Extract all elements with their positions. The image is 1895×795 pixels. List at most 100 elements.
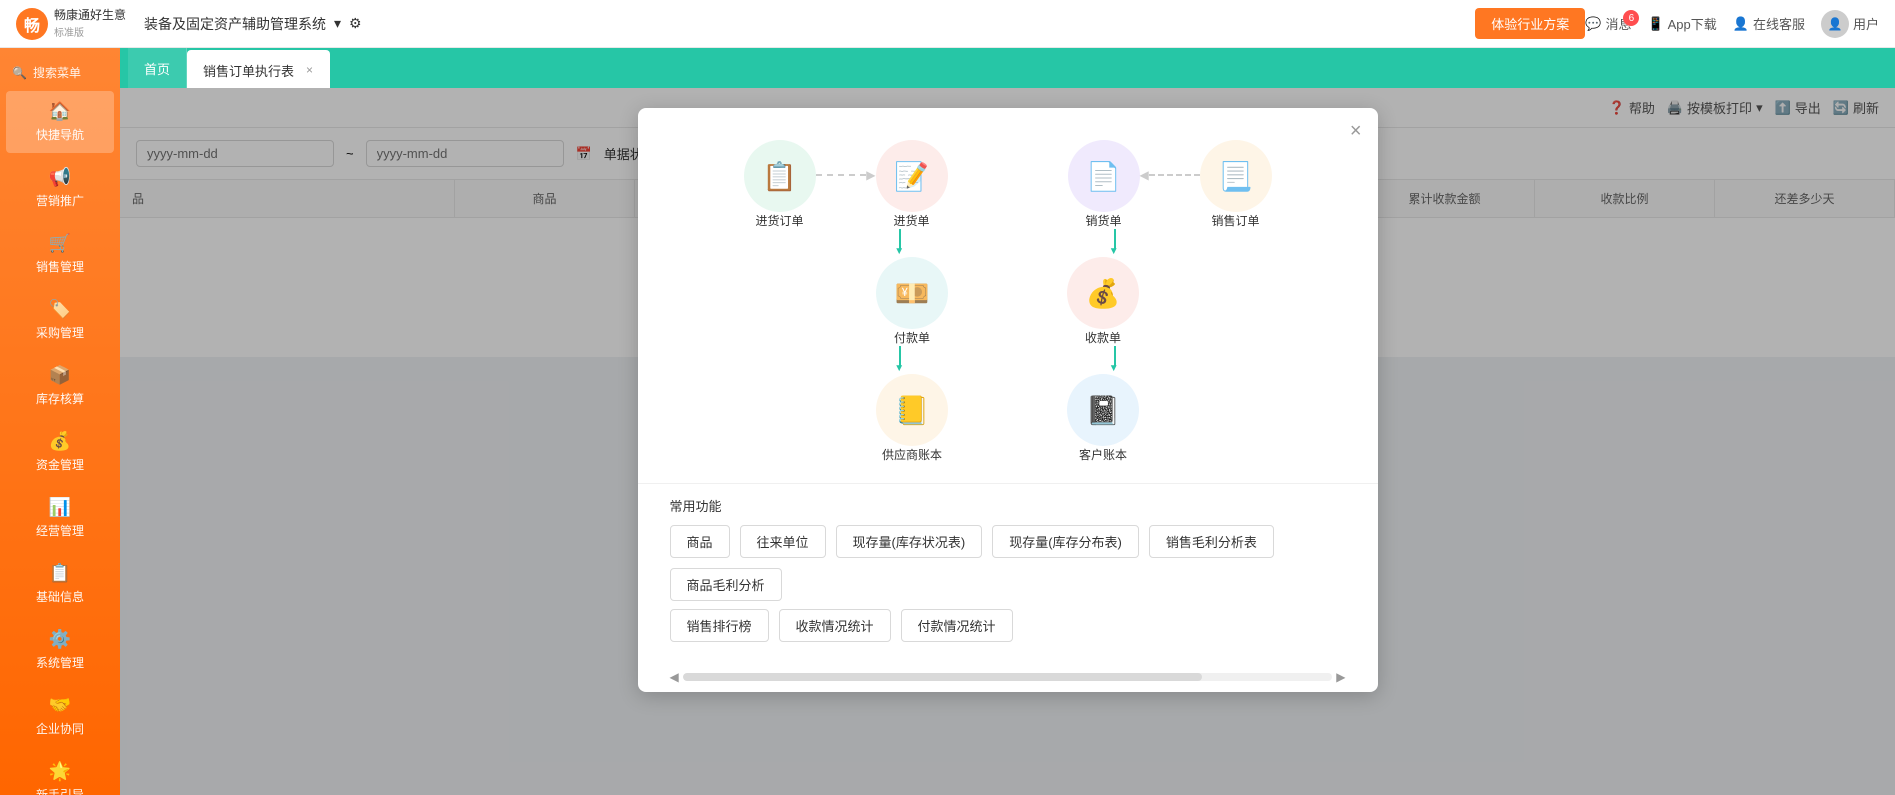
online-service-button[interactable]: 👤 在线客服 [1733,14,1805,33]
scroll-track[interactable] [683,673,1333,681]
sidebar-item-marketing[interactable]: 📢 营销推广 [6,157,114,219]
tab-sales-exec[interactable]: 销售订单执行表 × [187,50,330,90]
flow-col-purchase-order: 📋 进货订单 [744,140,816,229]
sidebar-item-label: 库存核算 [36,390,84,407]
tab-sales-exec-label: 销售订单执行表 [203,61,294,80]
sidebar-item-operation[interactable]: 📊 经营管理 [6,487,114,549]
flow-node-receipt-bill[interactable]: 💰 [1067,257,1139,329]
message-button[interactable]: 💬 6 消息 [1585,14,1631,33]
tab-close-icon[interactable]: × [306,63,313,77]
service-icon: 👤 [1733,16,1749,32]
sidebar-item-finance[interactable]: 💰 资金管理 [6,421,114,483]
online-service-label: 在线客服 [1753,14,1805,33]
search-icon: 🔍 [12,66,27,80]
func-row-2: 销售排行榜 收款情况统计 付款情况统计 [670,609,1346,642]
sidebar-item-label: 新手引导 [36,786,84,795]
logo-icon: 畅 [16,8,48,40]
payment-bill-icon: 💴 [895,277,930,310]
purchase-bill-icon: 📝 [894,160,929,193]
page-content: ❓ 帮助 🖨️ 按模板打印 ▾ ⬆️ 导出 🔄 刷新 [120,88,1895,795]
app-download-button[interactable]: 📱 App下载 [1647,14,1716,33]
collab-icon: 🤝 [49,695,71,716]
func-btn-product[interactable]: 商品 [670,525,730,558]
sidebar-item-label: 营销推广 [36,192,84,209]
content-area: 首页 销售订单执行表 × ❓ 帮助 🖨️ 按模板打印 ▾ [120,48,1895,795]
avatar: 👤 [1821,10,1849,38]
sales-bill-label: 销货单 [1085,212,1121,229]
system-name-label: 装备及固定资产辅助管理系统 [144,14,326,34]
flow-node-sales-bill[interactable]: 📄 [1068,140,1140,212]
home-icon: 🏠 [49,101,71,122]
func-row-1: 商品 往来单位 现存量(库存状况表) 现存量(库存分布表) 销售毛利分析表 商品… [670,525,1346,601]
sales-icon: 🛒 [49,233,71,254]
func-btn-product-profit[interactable]: 商品毛利分析 [670,568,782,601]
flow-node-sales-order[interactable]: 📃 [1200,140,1272,212]
customer-ledger-label: 客户账本 [1079,446,1127,463]
func-btn-payment-stats[interactable]: 付款情况统计 [901,609,1013,642]
sidebar-item-quick-nav[interactable]: 🏠 快捷导航 [6,91,114,153]
modal-close-button[interactable]: × [1350,120,1362,143]
func-btn-receipt-stats[interactable]: 收款情况统计 [779,609,891,642]
sales-bill-icon: 📄 [1086,160,1121,193]
inventory-icon: 📦 [49,365,71,386]
flow-node-customer-ledger[interactable]: 📓 [1067,374,1139,446]
flow-node-purchase-order[interactable]: 📋 [744,140,816,212]
app-name: 畅康通好生意 [54,8,126,24]
flow-col-sales-bill: 📄 销货单 [1068,140,1140,229]
func-btn-counterpart[interactable]: 往来单位 [740,525,826,558]
sidebar-item-sales[interactable]: 🛒 销售管理 [6,223,114,285]
receipt-bill-label: 收款单 [1085,329,1121,346]
supplier-ledger-icon: 📒 [895,394,930,427]
tab-bar: 首页 销售订单执行表 × [120,48,1895,88]
sidebar-item-inventory[interactable]: 📦 库存核算 [6,355,114,417]
modal-overlay[interactable]: × 📋 进货订单 [120,88,1895,795]
flow-node-purchase-bill[interactable]: 📝 [876,140,948,212]
sidebar-item-purchase[interactable]: 🏷️ 采购管理 [6,289,114,351]
finance-icon: 💰 [49,431,71,452]
func-btn-sales-rank[interactable]: 销售排行榜 [670,609,769,642]
flow-node-payment-bill[interactable]: 💴 [876,257,948,329]
sidebar-item-label: 资金管理 [36,456,84,473]
sales-order-label: 销售订单 [1211,212,1259,229]
title-dropdown-icon[interactable]: ▾ [334,15,341,32]
sidebar-item-system[interactable]: ⚙️ 系统管理 [6,619,114,681]
supplier-ledger-label: 供应商账本 [882,446,942,463]
flow-col-customer-ledger: 📓 客户账本 [1067,374,1139,463]
func-btn-stock-dist[interactable]: 现存量(库存分布表) [992,525,1139,558]
sidebar-item-guide[interactable]: 🌟 新手引导 [6,751,114,795]
scroll-right-arrow[interactable]: ▶ [1336,670,1345,684]
basic-icon: 📋 [49,563,71,584]
tab-home[interactable]: 首页 [128,48,187,88]
customer-ledger-icon: 📓 [1086,394,1121,427]
sidebar-item-label: 基础信息 [36,588,84,605]
sidebar-item-label: 快捷导航 [36,126,84,143]
purchase-order-label: 进货订单 [755,212,803,229]
logo-text-block: 畅康通好生意 标准版 [54,8,126,39]
purchase-bill-label: 进货单 [893,212,929,229]
search-menu-label: 搜索菜单 [33,64,81,81]
sales-order-icon: 📃 [1218,160,1253,193]
sidebar-item-label: 采购管理 [36,324,84,341]
scroll-hint: ◀ ▶ [638,670,1378,692]
search-menu-item[interactable]: 🔍 搜索菜单 [0,56,120,89]
marketing-icon: 📢 [49,167,71,188]
scroll-left-arrow[interactable]: ◀ [670,670,679,684]
purchase-order-icon: 📋 [762,160,797,193]
flow-node-supplier-ledger[interactable]: 📒 [876,374,948,446]
flow-col-receipt-bill: 💰 收款单 [1067,257,1139,346]
logo-area: 畅 畅康通好生意 标准版 [16,8,136,40]
trial-button[interactable]: 体验行业方案 [1475,8,1585,39]
sidebar-item-basic[interactable]: 📋 基础信息 [6,553,114,615]
settings-icon[interactable]: ⚙ [349,15,362,32]
flow-col-sales-order: 📃 销售订单 [1200,140,1272,229]
flow-modal: × 📋 进货订单 [638,108,1378,692]
app-version: 标准版 [54,24,126,39]
func-btn-stock-status[interactable]: 现存量(库存状况表) [836,525,983,558]
header-right: 💬 6 消息 📱 App下载 👤 在线客服 👤 用户 [1585,10,1879,38]
sidebar-item-collab[interactable]: 🤝 企业协同 [6,685,114,747]
user-profile[interactable]: 👤 用户 [1821,10,1879,38]
scroll-thumb [683,673,1203,681]
func-btn-sales-profit[interactable]: 销售毛利分析表 [1149,525,1274,558]
common-functions: 常用功能 商品 往来单位 现存量(库存状况表) 现存量(库存分布表) 销售毛利分… [638,483,1378,670]
tab-home-label: 首页 [144,59,170,78]
